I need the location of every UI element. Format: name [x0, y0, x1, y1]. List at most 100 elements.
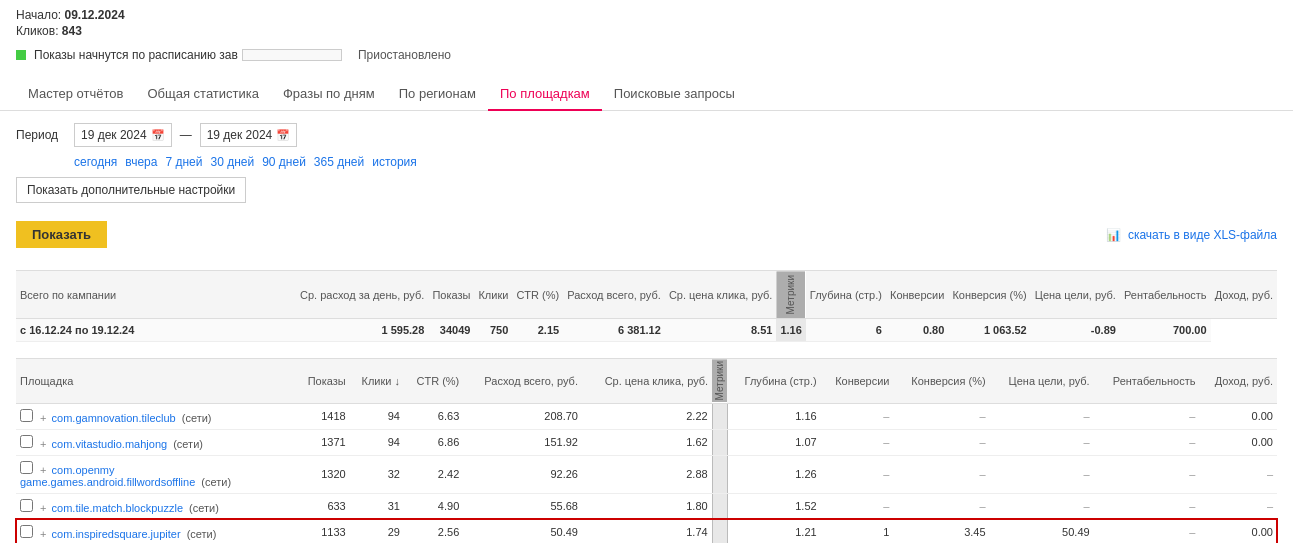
cell-m-4: –	[1094, 493, 1200, 519]
xls-icon: 📊	[1106, 228, 1121, 242]
quick-link-365days[interactable]: 365 дней	[314, 155, 364, 169]
tab-regions[interactable]: По регионам	[387, 78, 488, 110]
row-checkbox[interactable]	[20, 461, 33, 474]
summary-date-range: с 16.12.24 по 19.12.24	[16, 319, 296, 342]
summary-col-avg-click: Ср. цена клика, руб.	[665, 271, 777, 319]
quick-link-today[interactable]: сегодня	[74, 155, 117, 169]
summary-impressions-val: 34049	[428, 319, 474, 342]
platform-link[interactable]: com.vitastudio.mahjong	[52, 438, 168, 450]
platform-suffix: (сети)	[189, 502, 219, 514]
summary-col-ctr: CTR (%)	[512, 271, 563, 319]
cell-1: 31	[350, 493, 404, 519]
cell-m-3: –	[990, 429, 1094, 455]
col-clicks: Клики ↓	[350, 359, 404, 403]
cell-m-3: –	[990, 493, 1094, 519]
status-text: Показы начнутся по расписанию зав	[34, 48, 238, 62]
cell-1: 32	[350, 455, 404, 493]
cell-1: 29	[350, 519, 404, 543]
cell-0: 1371	[296, 429, 350, 455]
cell-m-2: –	[893, 493, 989, 519]
summary-revenue-val: 700.00	[1120, 319, 1211, 342]
cell-m-0: 1.26	[727, 455, 821, 493]
summary-conv-pct-val: 0.80	[886, 319, 948, 342]
cell-m-1: –	[821, 493, 894, 519]
summary-col-conv-pct: Конверсия (%)	[948, 271, 1030, 319]
platform-link[interactable]: com.tile.match.blockpuzzle	[52, 502, 183, 514]
metrics-sep-cell	[712, 455, 727, 493]
cell-m-1: –	[821, 429, 894, 455]
quick-link-90days[interactable]: 90 дней	[262, 155, 306, 169]
col-profitability: Рентабельность	[1094, 359, 1200, 403]
col-goal-price: Цена цели, руб.	[990, 359, 1094, 403]
quick-link-history[interactable]: история	[372, 155, 417, 169]
cell-2: 6.63	[404, 403, 463, 429]
table-row: + com.gamnovation.tileclub (сети) 141894…	[16, 403, 1277, 429]
date-from-value: 19 дек 2024	[81, 128, 147, 142]
calendar-icon-from: 📅	[151, 129, 165, 142]
tab-general[interactable]: Общая статистика	[135, 78, 271, 110]
cell-m-5: 0.00	[1199, 519, 1277, 543]
platform-link[interactable]: com.gamnovation.tileclub	[52, 412, 176, 424]
metrics-sep-cell	[712, 519, 727, 543]
col-metrics-sep: Метрики	[712, 359, 727, 403]
show-settings-button[interactable]: Показать дополнительные настройки	[16, 177, 246, 203]
expand-icon[interactable]: +	[40, 464, 46, 476]
col-total-spend: Расход всего, руб.	[463, 359, 582, 403]
tab-phrases-days[interactable]: Фразы по дням	[271, 78, 387, 110]
cell-2: 6.86	[404, 429, 463, 455]
cell-2: 4.90	[404, 493, 463, 519]
row-checkbox[interactable]	[20, 409, 33, 422]
quick-link-yesterday[interactable]: вчера	[125, 155, 157, 169]
row-checkbox[interactable]	[20, 525, 33, 538]
quick-link-30days[interactable]: 30 дней	[210, 155, 254, 169]
summary-depth-val: 1.16	[776, 319, 805, 342]
table-row: + com.openmy game.games.android.fillword…	[16, 455, 1277, 493]
col-revenue: Доход, руб.	[1199, 359, 1277, 403]
cell-m-0: 1.21	[727, 519, 821, 543]
row-checkbox[interactable]	[20, 435, 33, 448]
col-conv-pct: Конверсия (%)	[893, 359, 989, 403]
cell-0: 1133	[296, 519, 350, 543]
download-label: скачать в виде XLS-файла	[1128, 228, 1277, 242]
platform-suffix: (сети)	[187, 528, 217, 540]
cell-3: 151.92	[463, 429, 582, 455]
platform-suffix: (сети)	[201, 476, 231, 488]
col-impressions: Показы	[296, 359, 350, 403]
cell-3: 55.68	[463, 493, 582, 519]
date-to-value: 19 дек 2024	[207, 128, 273, 142]
platform-link[interactable]: com.inspiredsquare.jupiter	[52, 528, 181, 540]
table-row: + com.vitastudio.mahjong (сети) 1371946.…	[16, 429, 1277, 455]
metrics-sep-cell	[712, 403, 727, 429]
summary-col-total: Расход всего, руб.	[563, 271, 665, 319]
tab-search-queries[interactable]: Поисковые запросы	[602, 78, 747, 110]
cell-m-0: 1.07	[727, 429, 821, 455]
cell-m-0: 1.16	[727, 403, 821, 429]
tab-platforms[interactable]: По площадкам	[488, 78, 602, 111]
expand-icon[interactable]: +	[40, 412, 46, 424]
expand-icon[interactable]: +	[40, 528, 46, 540]
cell-m-5: –	[1199, 455, 1277, 493]
row-checkbox[interactable]	[20, 499, 33, 512]
expand-icon[interactable]: +	[40, 438, 46, 450]
summary-metrics-col: Метрики	[776, 271, 805, 319]
cell-m-3: 50.49	[990, 519, 1094, 543]
summary-profitability-val: -0.89	[1031, 319, 1120, 342]
tab-master[interactable]: Мастер отчётов	[16, 78, 135, 110]
cell-0: 1418	[296, 403, 350, 429]
cell-4: 1.62	[582, 429, 712, 455]
date-from-input[interactable]: 19 дек 2024 📅	[74, 123, 172, 147]
col-depth: Глубина (стр.)	[727, 359, 821, 403]
show-button[interactable]: Показать	[16, 221, 107, 248]
summary-col-clicks: Клики	[474, 271, 512, 319]
platform-suffix: (сети)	[182, 412, 212, 424]
cell-4: 2.88	[582, 455, 712, 493]
table-row: + com.tile.match.blockpuzzle (сети) 6333…	[16, 493, 1277, 519]
summary-clicks-val: 750	[474, 319, 512, 342]
quick-link-7days[interactable]: 7 дней	[165, 155, 202, 169]
date-to-input[interactable]: 19 дек 2024 📅	[200, 123, 298, 147]
summary-conversions-val: 6	[806, 319, 886, 342]
expand-icon[interactable]: +	[40, 502, 46, 514]
cell-m-5: –	[1199, 493, 1277, 519]
download-xls-link[interactable]: 📊 скачать в виде XLS-файла	[1106, 228, 1277, 242]
cell-m-0: 1.52	[727, 493, 821, 519]
